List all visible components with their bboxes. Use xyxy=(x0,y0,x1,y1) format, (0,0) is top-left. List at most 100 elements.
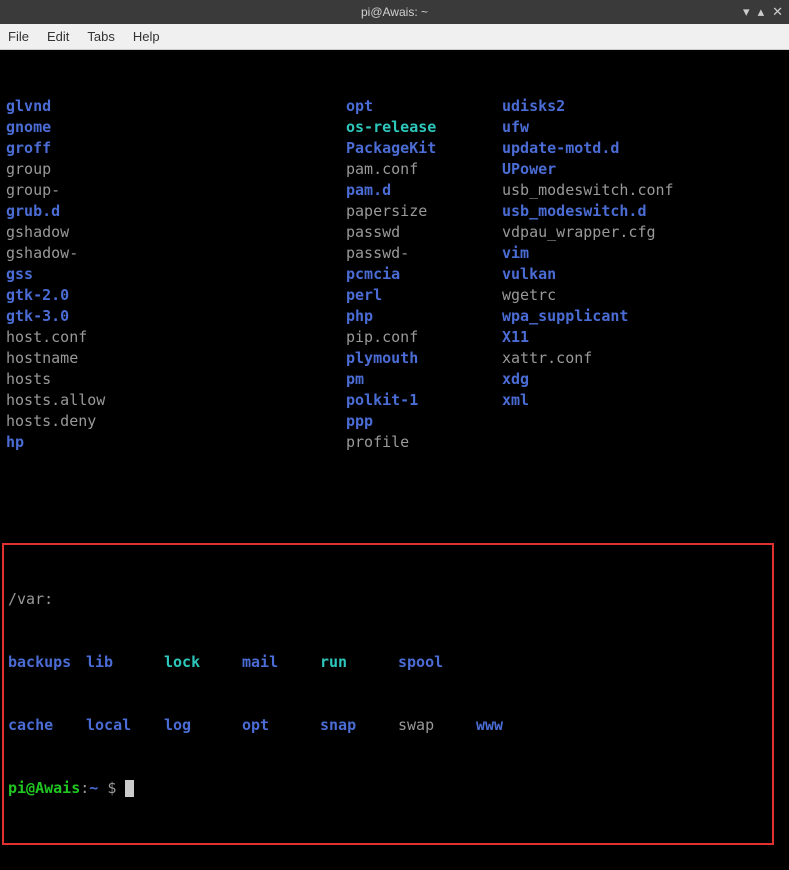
listing-entry: host.conf xyxy=(6,327,346,348)
listing-entry: opt xyxy=(346,96,502,117)
listing-row: groffPackageKitupdate-motd.d xyxy=(6,138,783,159)
listing-entry: papersize xyxy=(346,201,502,222)
maximize-icon[interactable]: ▴ xyxy=(758,4,765,20)
listing-entry: xml xyxy=(502,390,529,411)
titlebar: pi@Awais: ~ ▾ ▴ ✕ xyxy=(0,0,789,24)
listing-entry: groff xyxy=(6,138,346,159)
var-entry: cache xyxy=(8,715,86,736)
listing-row: hpprofile xyxy=(6,432,783,453)
listing-row: gsspcmciavulkan xyxy=(6,264,783,285)
var-entry: local xyxy=(86,715,164,736)
listing-entry: pcmcia xyxy=(346,264,502,285)
listing-entry: pm xyxy=(346,369,502,390)
listing-entry: usb_modeswitch.d xyxy=(502,201,647,222)
cursor xyxy=(125,780,134,797)
listing-entry: xdg xyxy=(502,369,529,390)
var-entry: www xyxy=(476,715,554,736)
menu-tabs[interactable]: Tabs xyxy=(87,29,114,44)
listing-entry: ppp xyxy=(346,411,502,432)
listing-entry: group xyxy=(6,159,346,180)
listing-entry: gshadow- xyxy=(6,243,346,264)
listing-entry: group- xyxy=(6,180,346,201)
listing-row: hosts.denyppp xyxy=(6,411,783,432)
listing-entry: vim xyxy=(502,243,529,264)
menu-help[interactable]: Help xyxy=(133,29,160,44)
var-row-1: backupsliblockmailrunspool xyxy=(8,652,770,673)
listing-entry: pip.conf xyxy=(346,327,502,348)
listing-entry: gss xyxy=(6,264,346,285)
var-entry: log xyxy=(164,715,242,736)
menu-file[interactable]: File xyxy=(8,29,29,44)
close-icon[interactable]: ✕ xyxy=(772,4,783,20)
listing-entry: hosts xyxy=(6,369,346,390)
listing-entry: gshadow xyxy=(6,222,346,243)
listing-entry: pam.d xyxy=(346,180,502,201)
listing-row: hostnameplymouthxattr.conf xyxy=(6,348,783,369)
listing-entry: ufw xyxy=(502,117,529,138)
prompt-line: pi@Awais:~ $ xyxy=(8,778,770,799)
var-entry: spool xyxy=(398,652,476,673)
var-entry: backups xyxy=(8,652,86,673)
var-entry: run xyxy=(320,652,398,673)
listing-row: gshadowpasswdvdpau_wrapper.cfg xyxy=(6,222,783,243)
listing-entry: update-motd.d xyxy=(502,138,619,159)
terminal[interactable]: glvndoptudisks2gnomeos-releaseufwgroffPa… xyxy=(0,50,789,870)
listing-entry: php xyxy=(346,306,502,327)
listing-entry: X11 xyxy=(502,327,529,348)
listing-row: gtk-2.0perlwgetrc xyxy=(6,285,783,306)
listing-row: group-pam.dusb_modeswitch.conf xyxy=(6,180,783,201)
prompt-dollar: $ xyxy=(98,779,125,797)
menubar: File Edit Tabs Help xyxy=(0,24,789,50)
listing-row: hosts.allowpolkit-1xml xyxy=(6,390,783,411)
listing-entry: glvnd xyxy=(6,96,346,117)
var-highlight-box: /var: backupsliblockmailrunspool cachelo… xyxy=(2,543,774,845)
listing-entry: wpa_supplicant xyxy=(502,306,628,327)
minimize-icon[interactable]: ▾ xyxy=(743,4,750,20)
listing-entry: udisks2 xyxy=(502,96,565,117)
listing-entry: os-release xyxy=(346,117,502,138)
listing-entry: gtk-3.0 xyxy=(6,306,346,327)
prompt-user-host: pi@Awais xyxy=(8,779,80,797)
listing-entry: hosts.allow xyxy=(6,390,346,411)
listing-row: glvndoptudisks2 xyxy=(6,96,783,117)
listing-entry: UPower xyxy=(502,159,556,180)
listing-entry: plymouth xyxy=(346,348,502,369)
var-entry: snap xyxy=(320,715,398,736)
listing-entry: perl xyxy=(346,285,502,306)
listing-entry: PackageKit xyxy=(346,138,502,159)
listing-entry: polkit-1 xyxy=(346,390,502,411)
listing-entry: hostname xyxy=(6,348,346,369)
listing-entry: wgetrc xyxy=(502,285,556,306)
var-entry: lock xyxy=(164,652,242,673)
file-listing: glvndoptudisks2gnomeos-releaseufwgroffPa… xyxy=(6,96,783,453)
listing-row: gtk-3.0phpwpa_supplicant xyxy=(6,306,783,327)
listing-row: gshadow-passwd-vim xyxy=(6,243,783,264)
var-row-2: cachelocallogoptsnapswapwww xyxy=(8,715,770,736)
listing-entry: hp xyxy=(6,432,346,453)
var-entry: swap xyxy=(398,715,476,736)
listing-entry: xattr.conf xyxy=(502,348,592,369)
listing-row: gnomeos-releaseufw xyxy=(6,117,783,138)
window-controls: ▾ ▴ ✕ xyxy=(743,4,783,20)
var-entry: opt xyxy=(242,715,320,736)
listing-row: host.confpip.confX11 xyxy=(6,327,783,348)
var-entry: mail xyxy=(242,652,320,673)
listing-entry: passwd- xyxy=(346,243,502,264)
listing-row: grouppam.confUPower xyxy=(6,159,783,180)
listing-entry: vulkan xyxy=(502,264,556,285)
listing-entry: profile xyxy=(346,432,502,453)
listing-entry: vdpau_wrapper.cfg xyxy=(502,222,656,243)
menu-edit[interactable]: Edit xyxy=(47,29,69,44)
listing-entry: grub.d xyxy=(6,201,346,222)
var-entry: lib xyxy=(86,652,164,673)
listing-entry: hosts.deny xyxy=(6,411,346,432)
window-title: pi@Awais: ~ xyxy=(361,5,428,19)
listing-row: hostspmxdg xyxy=(6,369,783,390)
listing-entry: pam.conf xyxy=(346,159,502,180)
prompt-path: ~ xyxy=(89,779,98,797)
listing-entry: usb_modeswitch.conf xyxy=(502,180,674,201)
prompt-colon: : xyxy=(80,779,89,797)
var-header: /var: xyxy=(8,589,770,610)
listing-entry: passwd xyxy=(346,222,502,243)
listing-entry: gnome xyxy=(6,117,346,138)
